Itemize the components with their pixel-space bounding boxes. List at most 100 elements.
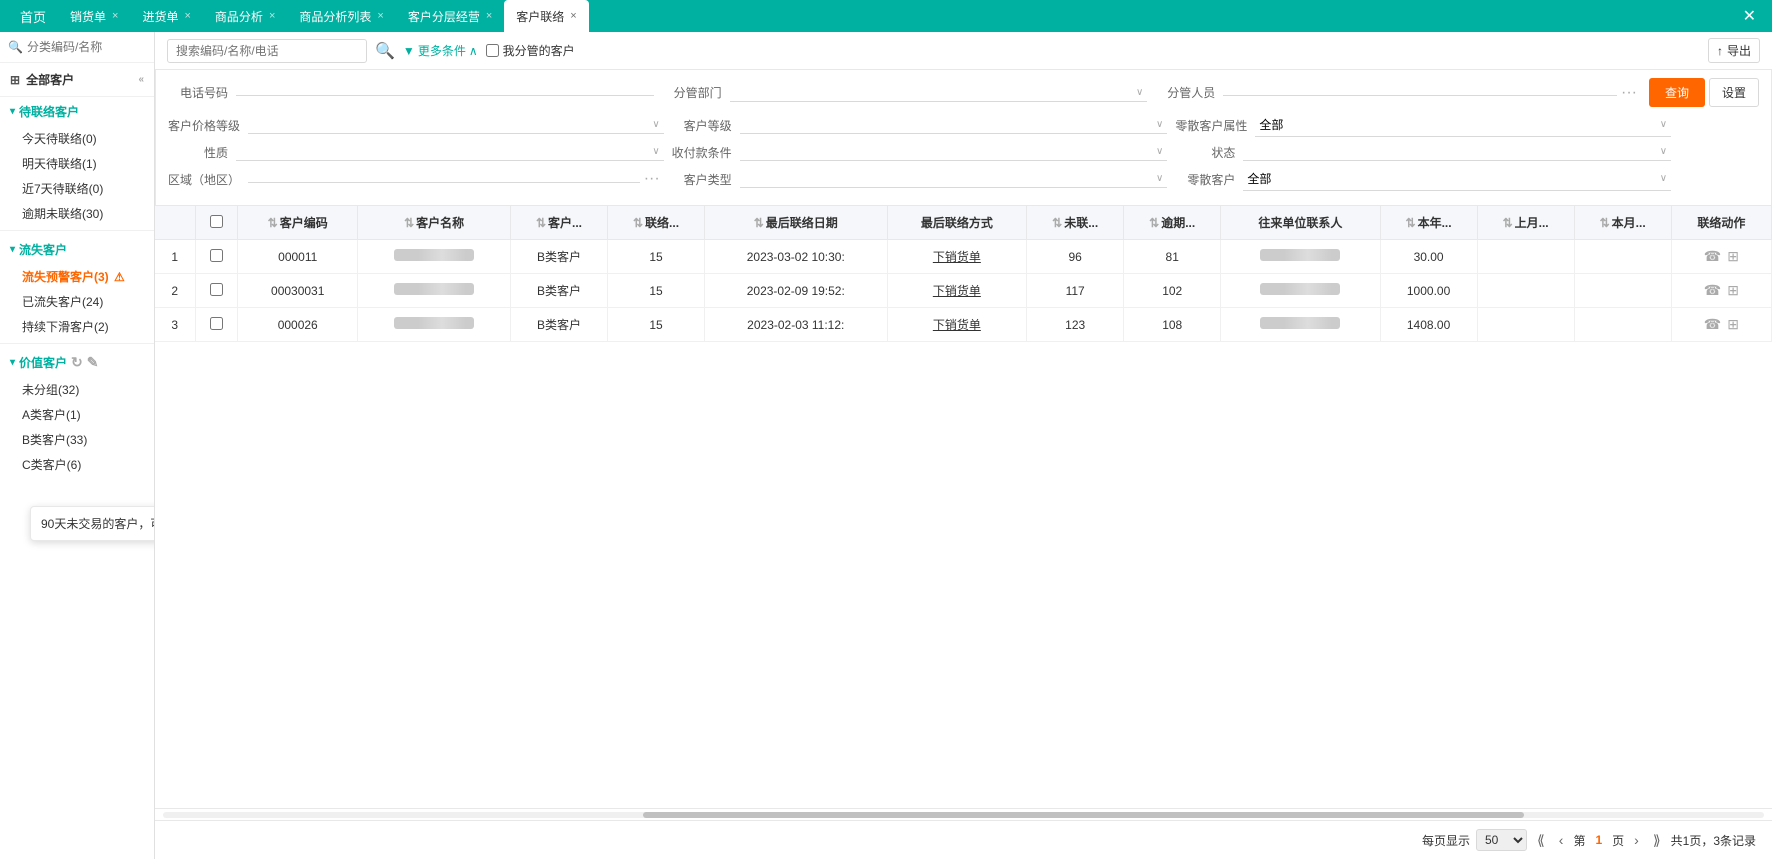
query-button[interactable]: 查询 <box>1649 78 1705 107</box>
status-select[interactable]: ∨ <box>1243 143 1671 161</box>
page-nav-first[interactable]: ⟪ <box>1533 830 1549 851</box>
col-contact[interactable]: ⇅联络... <box>608 206 705 240</box>
col-last-month[interactable]: ⇅上月... <box>1477 206 1574 240</box>
payment-select[interactable]: ∨ <box>740 143 1168 161</box>
cell-name <box>358 240 511 274</box>
action-more-icon[interactable]: ⊞ <box>1727 248 1739 265</box>
cell-last-way[interactable]: 下销货单 <box>887 308 1027 342</box>
tab-purchase[interactable]: 进货单 × <box>130 0 202 32</box>
search-button[interactable]: 🔍 <box>375 41 395 61</box>
sidebar-item-declining[interactable]: 持续下滑客户(2) <box>0 314 154 339</box>
gender-select[interactable]: ∨ <box>236 143 664 161</box>
search-input[interactable] <box>167 39 367 63</box>
phone-input[interactable] <box>236 89 654 96</box>
sidebar-item-tomorrow[interactable]: 明天待联络(1) <box>0 151 154 176</box>
select-all-checkbox[interactable] <box>210 215 223 228</box>
customer-type-label: 客户类型 <box>672 171 732 188</box>
region-input[interactable] <box>248 176 640 183</box>
row-checkbox[interactable] <box>210 283 223 296</box>
col-checkbox[interactable] <box>195 206 238 240</box>
close-analysis-tab[interactable]: × <box>269 10 275 22</box>
col-type[interactable]: ⇅客户... <box>510 206 607 240</box>
more-conditions[interactable]: ▼ 更多条件 ∧ <box>403 42 478 59</box>
tab-sales[interactable]: 销货单 × <box>58 0 130 32</box>
sidebar-churn-section[interactable]: ▾ 流失客户 <box>0 235 154 264</box>
customer-type-select[interactable]: ∨ <box>740 170 1168 188</box>
col-overdue[interactable]: ⇅逾期... <box>1124 206 1221 240</box>
horizontal-scrollbar[interactable] <box>155 808 1772 820</box>
close-customer-contact-tab[interactable]: × <box>570 10 576 22</box>
sidebar-item-already-churn[interactable]: 已流失客户(24) <box>0 289 154 314</box>
my-customers-checkbox[interactable] <box>486 44 499 57</box>
cell-checkbox[interactable] <box>195 240 238 274</box>
per-page-select[interactable]: 50 100 200 <box>1476 829 1527 851</box>
zero-attr-label: 零散客户属性 <box>1175 117 1247 134</box>
settings-button[interactable]: 设置 <box>1709 78 1759 107</box>
sidebar-item-7days[interactable]: 近7天待联络(0) <box>0 176 154 201</box>
person-more[interactable]: ··· <box>1617 84 1641 102</box>
action-more-icon[interactable]: ⊞ <box>1727 282 1739 299</box>
tab-customer-contact[interactable]: 客户联络 × <box>504 0 588 32</box>
sidebar-search-input[interactable] <box>27 40 155 54</box>
close-customer-layer-tab[interactable]: × <box>486 10 492 22</box>
action-phone-icon[interactable]: ☎ <box>1704 316 1721 333</box>
col-this-year[interactable]: ⇅本年... <box>1380 206 1477 240</box>
row-checkbox[interactable] <box>210 249 223 262</box>
sidebar-value-section[interactable]: ▾ 价值客户 ↻ ✎ <box>0 348 154 377</box>
cell-checkbox[interactable] <box>195 274 238 308</box>
action-more-icon[interactable]: ⊞ <box>1727 316 1739 333</box>
price-select[interactable]: ∨ <box>248 116 664 134</box>
cell-last-way[interactable]: 下销货单 <box>887 274 1027 308</box>
action-phone-icon[interactable]: ☎ <box>1704 282 1721 299</box>
refresh-icon[interactable]: ↻ <box>71 354 83 371</box>
page-nav-prev[interactable]: ‹ <box>1555 830 1568 850</box>
cell-type: B类客户 <box>510 240 607 274</box>
nav-home[interactable]: 首页 <box>8 0 58 32</box>
col-name[interactable]: ⇅客户名称 <box>358 206 511 240</box>
action-phone-icon[interactable]: ☎ <box>1704 248 1721 265</box>
cell-checkbox[interactable] <box>195 308 238 342</box>
col-last-date[interactable]: ⇅最后联络日期 <box>705 206 887 240</box>
col-last-way[interactable]: 最后联络方式 <box>887 206 1027 240</box>
cell-last-way[interactable]: 下销货单 <box>887 240 1027 274</box>
tab-analysis[interactable]: 商品分析 × <box>203 0 287 32</box>
sidebar-item-ungroup[interactable]: 未分组(32) <box>0 377 154 402</box>
close-analysis-list-tab[interactable]: × <box>377 10 383 22</box>
sidebar-item-today[interactable]: 今天待联络(0) <box>0 126 154 151</box>
sort-icon-contact: ⇅ <box>633 216 643 230</box>
page-nav-last[interactable]: ⟫ <box>1649 830 1665 851</box>
person-input[interactable] <box>1223 89 1617 96</box>
sidebar-item-overdue[interactable]: 逾期未联络(30) <box>0 201 154 226</box>
col-this-month[interactable]: ⇅本月... <box>1574 206 1671 240</box>
col-contact-person[interactable]: 往来单位联系人 <box>1221 206 1380 240</box>
payment-label: 收付款条件 <box>672 144 732 161</box>
row-checkbox[interactable] <box>210 317 223 330</box>
close-purchase-tab[interactable]: × <box>184 10 190 22</box>
my-customers-checkbox-label[interactable]: 我分管的客户 <box>486 42 575 59</box>
cell-code: 00030031 <box>238 274 358 308</box>
zero-attr-select[interactable]: 全部 ∨ <box>1255 113 1671 137</box>
col-no-contact[interactable]: ⇅未联... <box>1027 206 1124 240</box>
hscroll-thumb[interactable] <box>643 812 1524 818</box>
dept-select[interactable]: ∨ <box>730 84 1148 102</box>
pagination: 每页显示 50 100 200 ⟪ ‹ 第 1 页 › ⟫ 共1页，3条记录 <box>155 820 1772 859</box>
sidebar-item-class-c[interactable]: C类客户(6) <box>0 452 154 477</box>
window-close-button[interactable]: ✕ <box>1735 6 1764 26</box>
region-more[interactable]: ··· <box>640 170 664 188</box>
sidebar-collapse-icon[interactable]: « <box>138 74 144 85</box>
export-button[interactable]: ↑ 导出 <box>1708 38 1760 63</box>
level-select[interactable]: ∨ <box>740 116 1168 134</box>
zero-customer-select[interactable]: 全部 ∨ <box>1243 167 1671 191</box>
sidebar-all-customers[interactable]: ⊞ 全部客户 « <box>0 63 154 97</box>
sidebar-item-churn-warning[interactable]: 流失预警客户(3) ⚠ <box>0 264 154 289</box>
col-code[interactable]: ⇅客户编码 <box>238 206 358 240</box>
close-sales-tab[interactable]: × <box>112 10 118 22</box>
sidebar-item-class-b[interactable]: B类客户(33) <box>0 427 154 452</box>
tab-customer-layer[interactable]: 客户分层经营 × <box>396 0 504 32</box>
tab-analysis-list[interactable]: 商品分析列表 × <box>287 0 395 32</box>
cell-last-month <box>1477 274 1574 308</box>
edit-icon[interactable]: ✎ <box>87 354 99 371</box>
page-nav-next[interactable]: › <box>1630 830 1643 850</box>
sidebar-pending-section[interactable]: ▾ 待联络客户 <box>0 97 154 126</box>
sidebar-item-class-a[interactable]: A类客户(1) <box>0 402 154 427</box>
